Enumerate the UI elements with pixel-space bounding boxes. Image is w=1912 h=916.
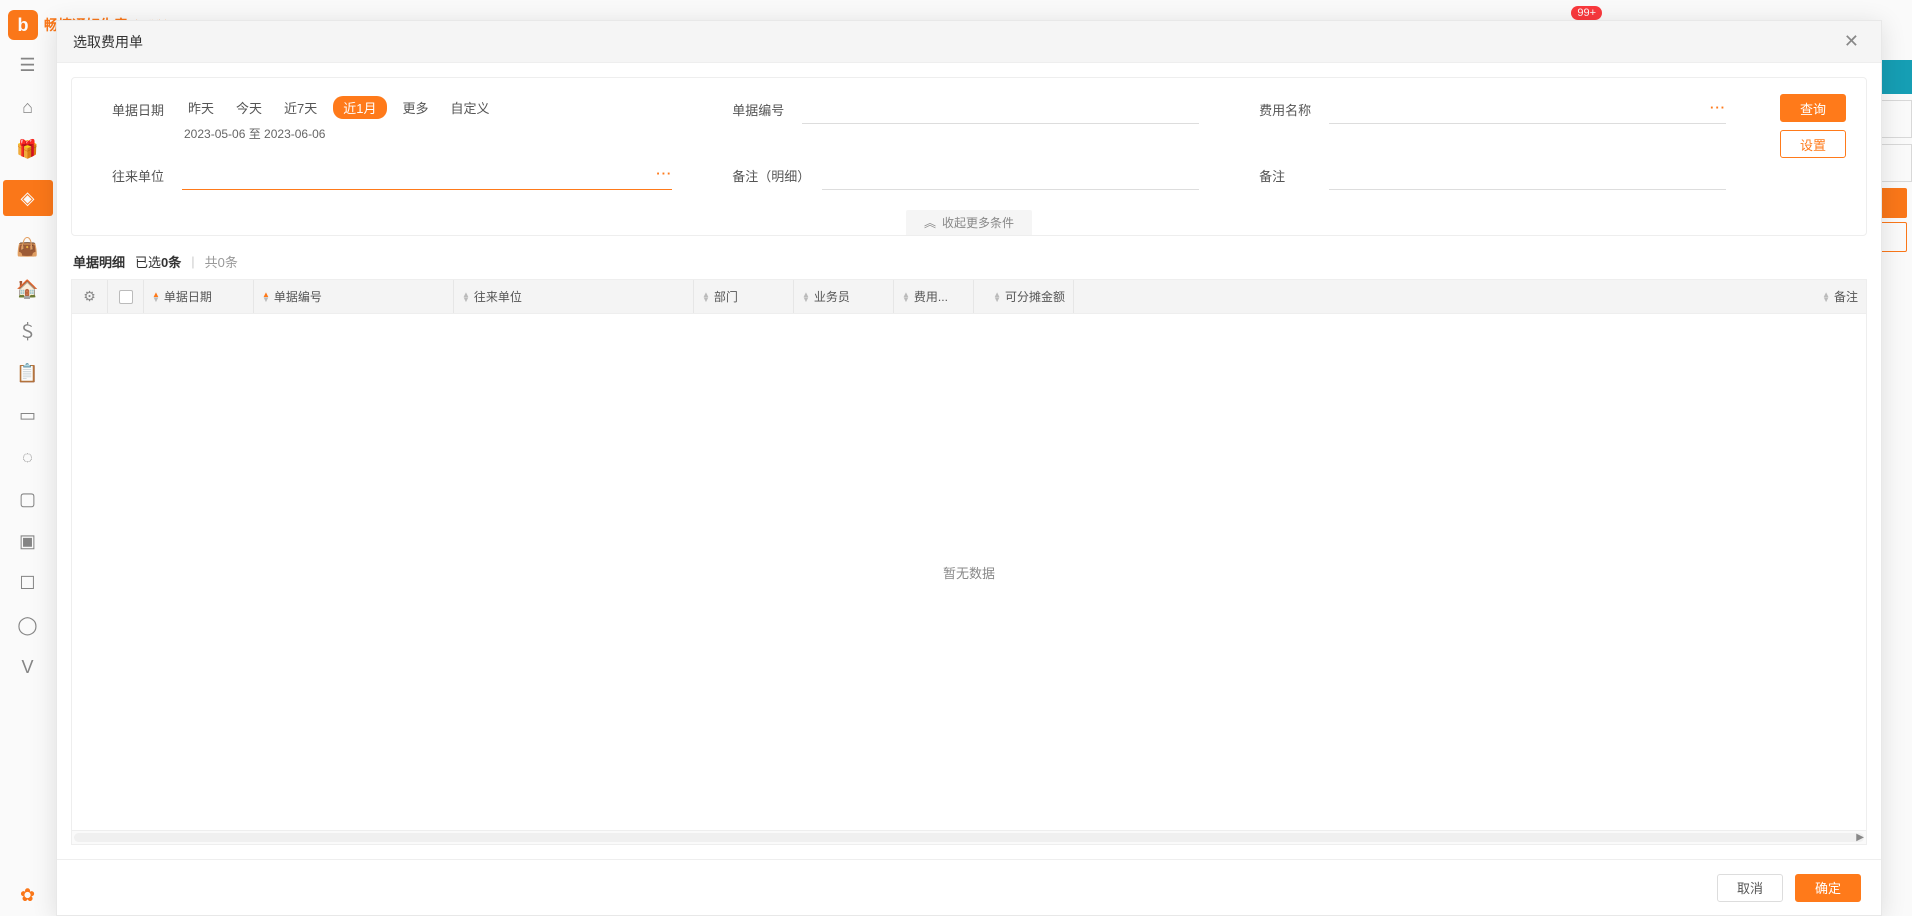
column-settings-button[interactable]: ⚙ (72, 280, 108, 313)
table-head: ⚙ ▲▼单据日期 ▲▼单据编号 ▲▼往来单位 ▲▼部门 ▲▼业务员 ▲▼费用..… (72, 280, 1866, 314)
section-line: 单据明细 已选0条 | 共0条 (73, 252, 1867, 271)
party-label: 往来单位 (112, 162, 182, 185)
remark-input[interactable] (1329, 162, 1726, 190)
sort-icon: ▲▼ (1822, 292, 1830, 302)
date-chips: 昨天 今天 近7天 近1月 更多 自定义 (182, 96, 672, 119)
fee-name-label: 费用名称 (1259, 96, 1329, 119)
table-empty: 暂无数据 (72, 314, 1866, 830)
sort-icon: ▲▼ (993, 292, 1001, 302)
remark-label: 备注 (1259, 162, 1329, 185)
sort-icon: ▲▼ (802, 292, 810, 302)
modal-footer: 取消 确定 (57, 859, 1881, 915)
collapse-filters-button[interactable]: ︽ 收起更多条件 (906, 210, 1032, 235)
horizontal-scrollbar[interactable]: ◀ ▶ (72, 830, 1866, 844)
chip-today[interactable]: 今天 (230, 96, 268, 119)
fee-name-more-icon[interactable]: ··· (1710, 100, 1726, 115)
sort-icon: ▲▼ (902, 292, 910, 302)
doc-date-label: 单据日期 (112, 96, 182, 119)
select-all-cell[interactable] (108, 280, 144, 313)
checkbox-icon (119, 290, 133, 304)
sort-icon: ▲▼ (462, 292, 470, 302)
sort-icon: ▲▼ (152, 292, 160, 302)
fee-name-input[interactable] (1329, 96, 1726, 124)
settings-button[interactable]: 设置 (1780, 130, 1846, 158)
col-fee[interactable]: ▲▼费用... (894, 280, 974, 313)
close-icon[interactable]: ✕ (1838, 29, 1865, 54)
chip-last1m[interactable]: 近1月 (333, 96, 386, 119)
table: ⚙ ▲▼单据日期 ▲▼单据编号 ▲▼往来单位 ▲▼部门 ▲▼业务员 ▲▼费用..… (71, 279, 1867, 845)
sort-icon: ▲▼ (262, 292, 270, 302)
party-input[interactable] (182, 162, 672, 190)
select-fee-bill-modal: 选取费用单 ✕ 查询 设置 单据日期 昨天 今天 近7天 近1月 (56, 20, 1882, 916)
chevron-up-icon: ︽ (924, 214, 936, 231)
ok-button[interactable]: 确定 (1795, 874, 1861, 902)
search-button[interactable]: 查询 (1780, 94, 1846, 122)
filter-card: 查询 设置 单据日期 昨天 今天 近7天 近1月 更多 自定义 (71, 77, 1867, 236)
collapse-label: 收起更多条件 (942, 214, 1014, 231)
chip-last7[interactable]: 近7天 (278, 96, 323, 119)
modal-title: 选取费用单 (73, 32, 143, 52)
modal-body: 查询 设置 单据日期 昨天 今天 近7天 近1月 更多 自定义 (57, 63, 1881, 859)
party-more-icon[interactable]: ··· (656, 166, 672, 181)
col-party[interactable]: ▲▼往来单位 (454, 280, 694, 313)
section-title: 单据明细 (73, 252, 125, 271)
col-amount[interactable]: ▲▼可分摊金额 (974, 280, 1074, 313)
remark-detail-label: 备注（明细） (732, 162, 822, 185)
col-clerk[interactable]: ▲▼业务员 (794, 280, 894, 313)
selected-count: 已选0条 (135, 252, 181, 271)
filter-actions: 查询 设置 (1780, 94, 1846, 158)
col-doc-no[interactable]: ▲▼单据编号 (254, 280, 454, 313)
chip-more[interactable]: 更多 (397, 96, 435, 119)
modal-header: 选取费用单 ✕ (57, 21, 1881, 63)
cancel-button[interactable]: 取消 (1717, 874, 1783, 902)
col-dept[interactable]: ▲▼部门 (694, 280, 794, 313)
col-remark[interactable]: ▲▼备注 (1074, 280, 1866, 313)
chip-yesterday[interactable]: 昨天 (182, 96, 220, 119)
doc-no-label: 单据编号 (732, 96, 802, 119)
sort-icon: ▲▼ (702, 292, 710, 302)
remark-detail-input[interactable] (822, 162, 1199, 190)
col-doc-date[interactable]: ▲▼单据日期 (144, 280, 254, 313)
divider: | (191, 254, 194, 269)
date-range-text: 2023-05-06 至 2023-06-06 (184, 125, 672, 142)
scroll-right-icon: ▶ (1856, 832, 1864, 843)
doc-no-input[interactable] (802, 96, 1199, 124)
chip-custom[interactable]: 自定义 (445, 96, 496, 119)
total-count: 共0条 (205, 252, 238, 271)
gear-icon: ⚙ (83, 288, 96, 305)
